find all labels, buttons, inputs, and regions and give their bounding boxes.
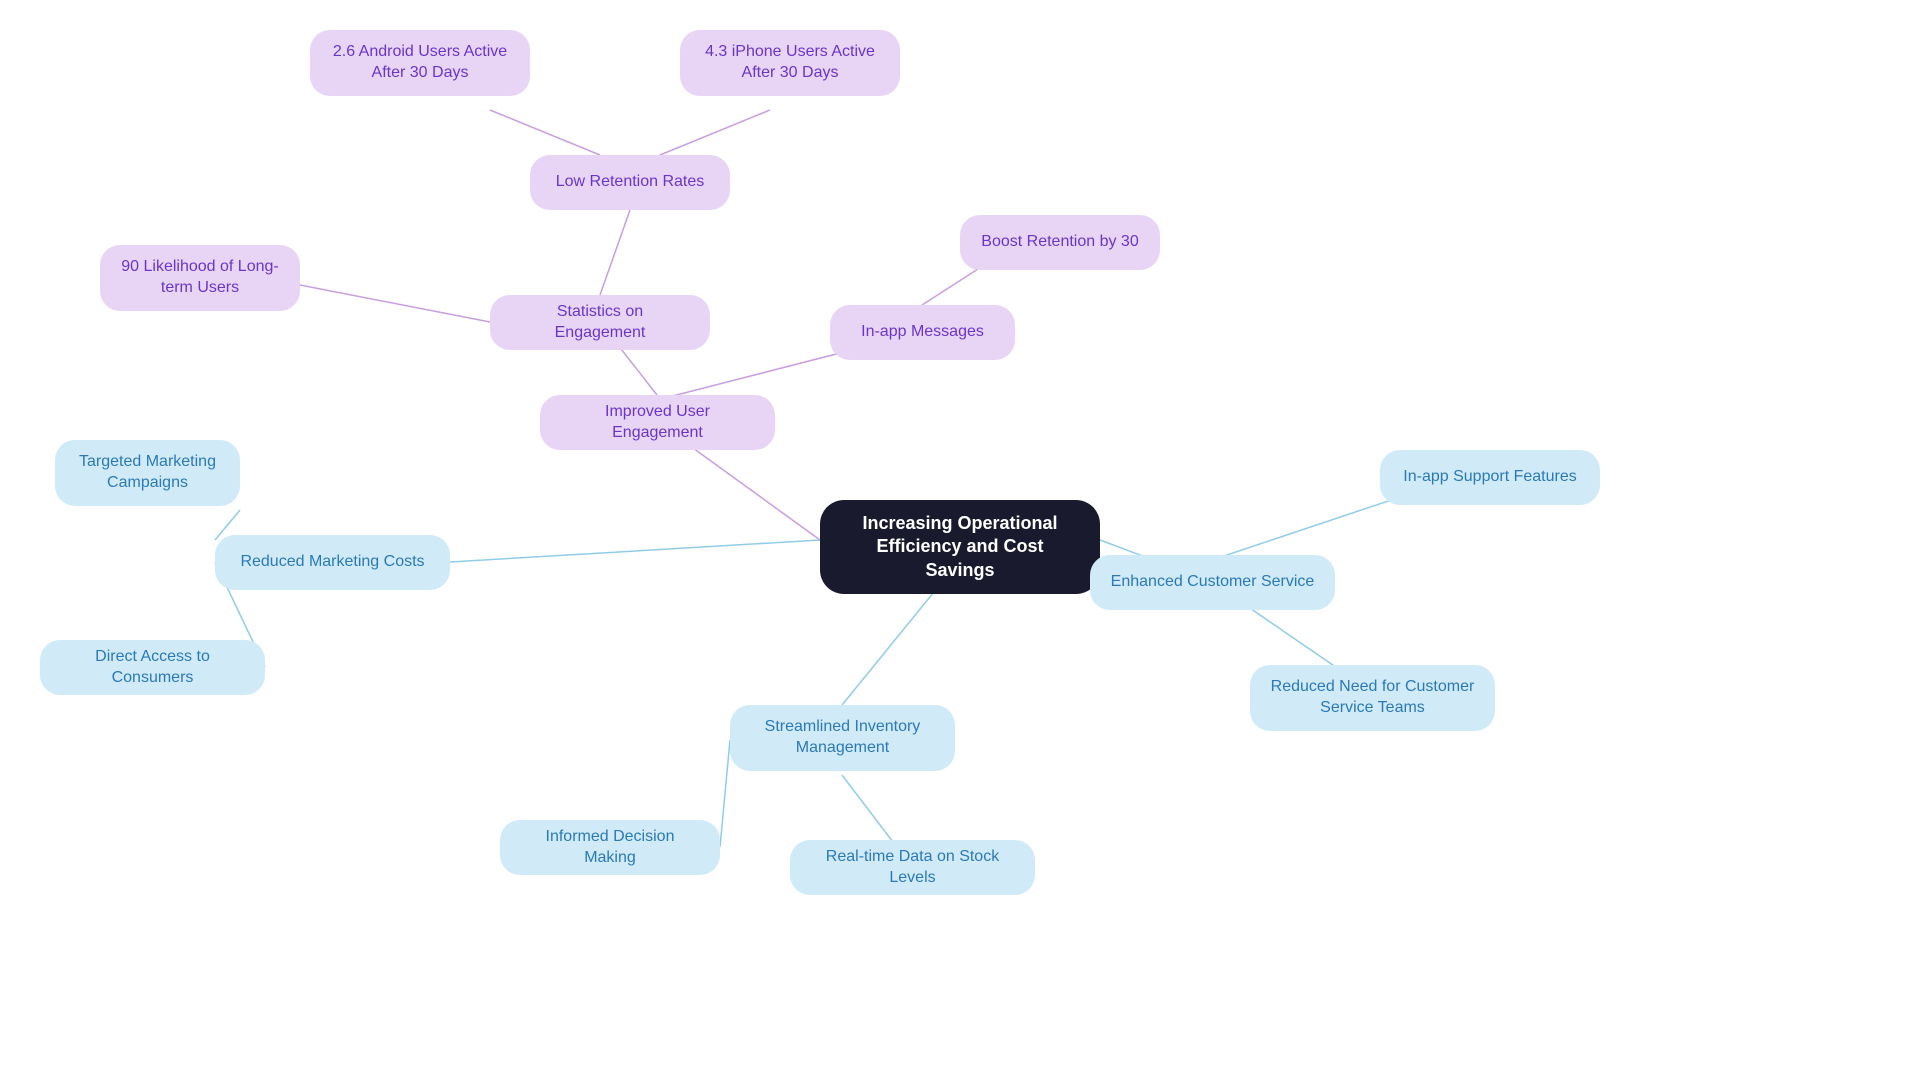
mind-map: Increasing Operational Efficiency and Co… — [0, 0, 1920, 1083]
informed-decision-node: Informed Decision Making — [500, 820, 720, 875]
inapp-support-label: In-app Support Features — [1403, 467, 1576, 488]
reduced-customer-service-node: Reduced Need for Customer Service Teams — [1250, 665, 1495, 731]
inapp-messages-node: In-app Messages — [830, 305, 1015, 360]
enhanced-service-node: Enhanced Customer Service — [1090, 555, 1335, 610]
targeted-marketing-label: Targeted Marketing Campaigns — [75, 452, 220, 494]
android-users-label: 2.6 Android Users Active After 30 Days — [330, 42, 510, 84]
targeted-marketing-node: Targeted Marketing Campaigns — [55, 440, 240, 506]
reduced-marketing-label: Reduced Marketing Costs — [240, 552, 424, 573]
likelihood-label: 90 Likelihood of Long-term Users — [120, 257, 280, 299]
center-node: Increasing Operational Efficiency and Co… — [820, 500, 1100, 594]
reduced-customer-service-label: Reduced Need for Customer Service Teams — [1270, 677, 1475, 719]
enhanced-service-label: Enhanced Customer Service — [1111, 572, 1315, 593]
low-retention-node: Low Retention Rates — [530, 155, 730, 210]
inapp-messages-label: In-app Messages — [861, 322, 984, 343]
iphone-users-label: 4.3 iPhone Users Active After 30 Days — [700, 42, 880, 84]
reduced-marketing-node: Reduced Marketing Costs — [215, 535, 450, 590]
realtime-data-node: Real-time Data on Stock Levels — [790, 840, 1035, 895]
realtime-data-label: Real-time Data on Stock Levels — [810, 847, 1015, 889]
stats-engagement-node: Statistics on Engagement — [490, 295, 710, 350]
iphone-users-node: 4.3 iPhone Users Active After 30 Days — [680, 30, 900, 96]
boost-retention-node: Boost Retention by 30 — [960, 215, 1160, 270]
stats-engagement-label: Statistics on Engagement — [510, 302, 690, 344]
informed-decision-label: Informed Decision Making — [520, 827, 700, 869]
improved-engagement-node: Improved User Engagement — [540, 395, 775, 450]
center-node-label: Increasing Operational Efficiency and Co… — [840, 512, 1080, 582]
android-users-node: 2.6 Android Users Active After 30 Days — [310, 30, 530, 96]
streamlined-inventory-label: Streamlined Inventory Management — [750, 717, 935, 759]
direct-access-label: Direct Access to Consumers — [60, 647, 245, 689]
streamlined-inventory-node: Streamlined Inventory Management — [730, 705, 955, 771]
improved-engagement-label: Improved User Engagement — [560, 402, 755, 444]
boost-retention-label: Boost Retention by 30 — [981, 232, 1138, 253]
direct-access-node: Direct Access to Consumers — [40, 640, 265, 695]
low-retention-label: Low Retention Rates — [556, 172, 705, 193]
inapp-support-node: In-app Support Features — [1380, 450, 1600, 505]
likelihood-node: 90 Likelihood of Long-term Users — [100, 245, 300, 311]
